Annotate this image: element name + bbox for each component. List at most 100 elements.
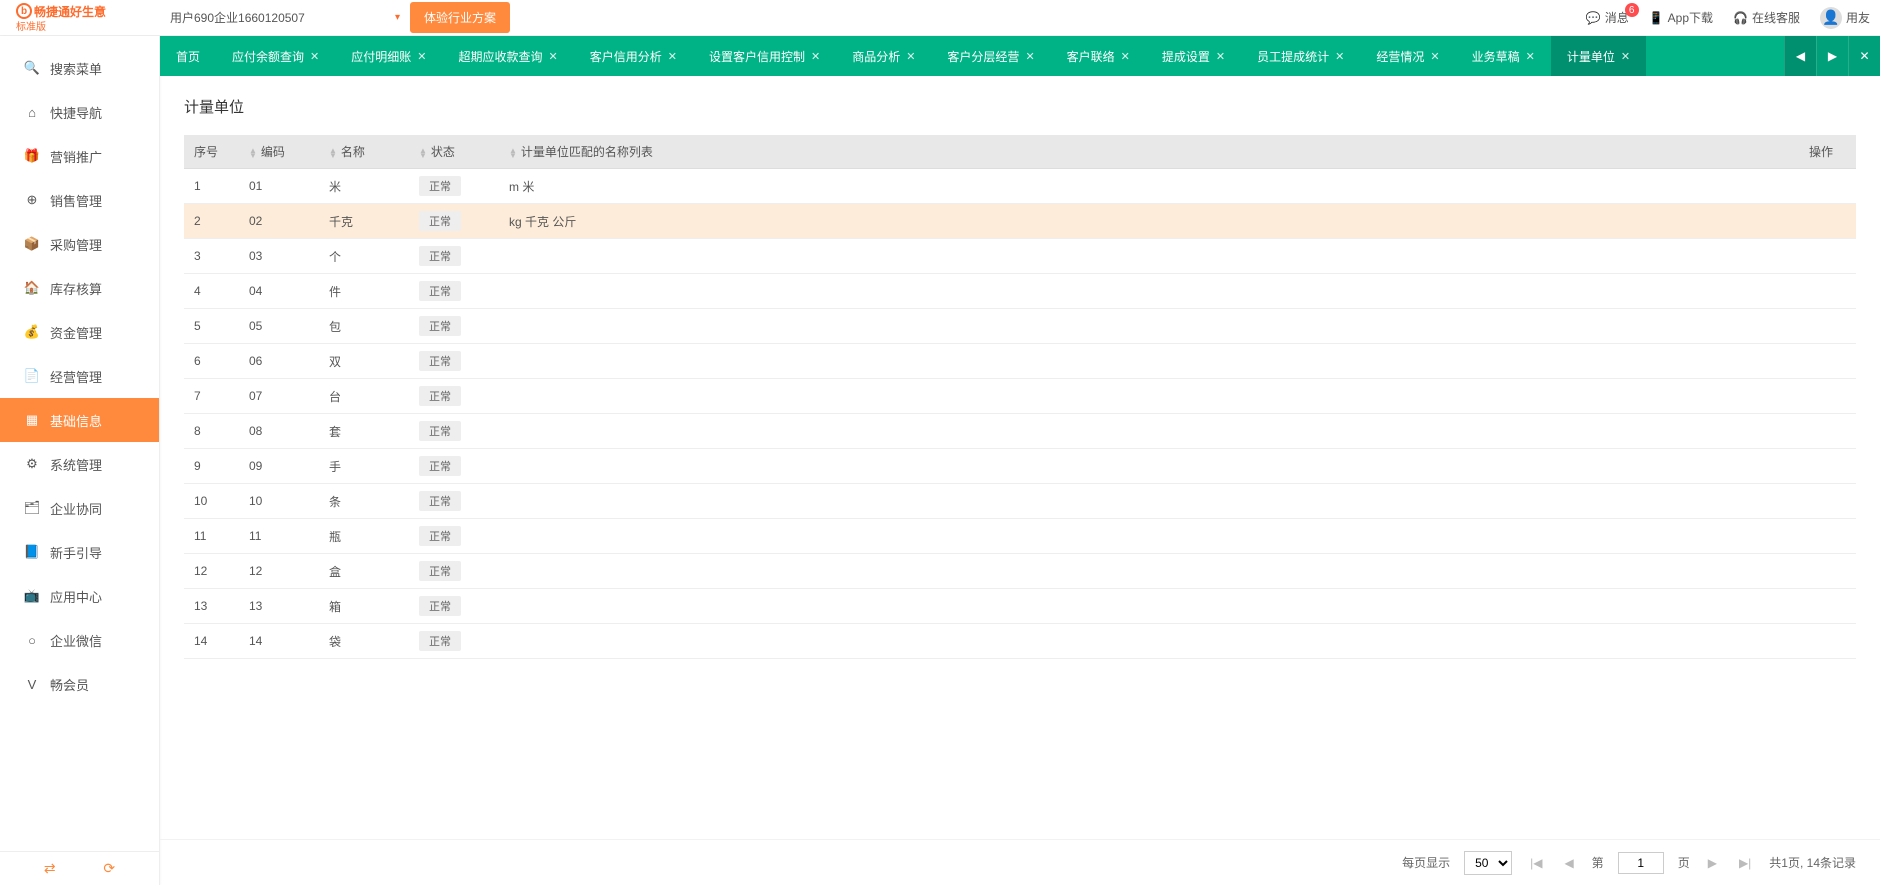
tab-7[interactable]: 客户分层经营 ✕ — [931, 36, 1050, 76]
table-row[interactable]: 1414袋正常 — [184, 624, 1856, 659]
sidebar-item-label: 快捷导航 — [50, 103, 102, 122]
account-selector[interactable]: 用户690企业1660120507 ▾ — [170, 9, 400, 26]
cell-ops — [1786, 379, 1856, 414]
page-next[interactable]: ▶ — [1704, 856, 1721, 870]
table-row[interactable]: 101米正常m 米 — [184, 169, 1856, 204]
close-icon[interactable]: ✕ — [906, 50, 915, 63]
cell-code: 01 — [239, 169, 319, 204]
close-icon[interactable]: ✕ — [417, 50, 426, 63]
sidebar-item-0[interactable]: 🔍搜索菜单 — [0, 46, 159, 90]
doc-icon: 📄 — [24, 368, 40, 384]
app-download-link[interactable]: 📱 App下载 — [1649, 9, 1713, 26]
tab-2[interactable]: 应付明细账✕ — [335, 36, 442, 76]
tab-8[interactable]: 客户联络✕ — [1051, 36, 1146, 76]
table-row[interactable]: 303个正常 — [184, 239, 1856, 274]
table-row[interactable]: 1313箱正常 — [184, 589, 1856, 624]
tab-11[interactable]: 经营情况✕ — [1360, 36, 1455, 76]
tab-scroll-right[interactable]: ▶ — [1816, 36, 1848, 76]
page-last[interactable]: ▶| — [1735, 856, 1755, 870]
sidebar-item-6[interactable]: 💰资金管理 — [0, 310, 159, 354]
sidebar-item-11[interactable]: 📘新手引导 — [0, 530, 159, 574]
close-icon[interactable]: ✕ — [310, 50, 319, 63]
sidebar-item-1[interactable]: ⌂快捷导航 — [0, 90, 159, 134]
tab-3[interactable]: 超期应收款查询✕ — [442, 36, 573, 76]
sidebar-item-label: 营销推广 — [50, 147, 102, 166]
tab-1[interactable]: 应付余额查询✕ — [216, 36, 335, 76]
close-icon[interactable]: ✕ — [1121, 50, 1130, 63]
cell-code: 08 — [239, 414, 319, 449]
tab-0[interactable]: 首页 — [160, 36, 216, 76]
sidebar-item-10[interactable]: 🗂企业协同 — [0, 486, 159, 530]
close-icon[interactable]: ✕ — [1621, 50, 1630, 63]
close-icon[interactable]: ✕ — [1216, 50, 1225, 63]
cell-alias — [499, 519, 1786, 554]
close-icon[interactable]: ✕ — [1025, 50, 1034, 63]
tab-5[interactable]: 设置客户信用控制✕ — [693, 36, 836, 76]
cell-alias — [499, 239, 1786, 274]
table-row[interactable]: 202千克正常kg 千克 公斤 — [184, 204, 1856, 239]
tab-13[interactable]: 计量单位✕ — [1551, 36, 1646, 76]
cell-idx: 7 — [184, 379, 239, 414]
col-status[interactable]: ▲▼状态 — [409, 135, 499, 169]
sidebar-item-2[interactable]: 🎁营销推广 — [0, 134, 159, 178]
trial-plan-button[interactable]: 体验行业方案 — [410, 2, 510, 33]
tab-6[interactable]: 商品分析✕ — [836, 36, 931, 76]
tab-4[interactable]: 客户信用分析 ✕ — [574, 36, 693, 76]
support-link[interactable]: 🎧 在线客服 — [1733, 9, 1800, 26]
footer-icon-2[interactable]: ⟳ — [103, 860, 115, 877]
col-alias[interactable]: ▲▼计量单位匹配的名称列表 — [499, 135, 1786, 169]
tab-label: 客户信用分析 — [590, 48, 662, 65]
sidebar-item-5[interactable]: 🏠库存核算 — [0, 266, 159, 310]
close-icon[interactable]: ✕ — [1335, 50, 1344, 63]
tab-close-all[interactable]: ✕ — [1848, 36, 1880, 76]
sidebar-item-14[interactable]: V畅会员 — [0, 662, 159, 706]
page-first[interactable]: |◀ — [1526, 856, 1546, 870]
close-icon[interactable]: ✕ — [811, 50, 820, 63]
close-icon[interactable]: ✕ — [1430, 50, 1439, 63]
status-badge: 正常 — [419, 281, 461, 301]
col-name[interactable]: ▲▼名称 — [319, 135, 409, 169]
cell-alias — [499, 309, 1786, 344]
close-icon[interactable]: ✕ — [1526, 50, 1535, 63]
per-page-select[interactable]: 50 — [1464, 851, 1512, 875]
apps-icon: 📺 — [24, 588, 40, 604]
tab-10[interactable]: 员工提成统计✕ — [1241, 36, 1360, 76]
col-code[interactable]: ▲▼编码 — [239, 135, 319, 169]
table-row[interactable]: 707台正常 — [184, 379, 1856, 414]
page-input[interactable] — [1618, 852, 1664, 874]
tab-9[interactable]: 提成设置✕ — [1146, 36, 1241, 76]
grid-icon: ▦ — [24, 412, 40, 428]
sidebar-item-12[interactable]: 📺应用中心 — [0, 574, 159, 618]
table-row[interactable]: 404件正常 — [184, 274, 1856, 309]
cell-code: 13 — [239, 589, 319, 624]
sidebar-item-label: 企业微信 — [50, 631, 102, 650]
col-index[interactable]: 序号 — [184, 135, 239, 169]
tab-label: 客户分层经营 — [947, 48, 1019, 65]
cell-ops — [1786, 449, 1856, 484]
sidebar-item-13[interactable]: ○企业微信 — [0, 618, 159, 662]
status-badge: 正常 — [419, 491, 461, 511]
cell-idx: 14 — [184, 624, 239, 659]
sidebar-item-3[interactable]: ⊕销售管理 — [0, 178, 159, 222]
page-prev[interactable]: ◀ — [1560, 856, 1577, 870]
table-row[interactable]: 1212盒正常 — [184, 554, 1856, 589]
cell-status: 正常 — [409, 309, 499, 344]
table-row[interactable]: 1111瓶正常 — [184, 519, 1856, 554]
table-row[interactable]: 1010条正常 — [184, 484, 1856, 519]
cell-alias — [499, 484, 1786, 519]
sidebar-item-8[interactable]: ▦基础信息 — [0, 398, 159, 442]
close-icon[interactable]: ✕ — [668, 50, 677, 63]
tab-scroll-left[interactable]: ◀ — [1784, 36, 1816, 76]
sidebar-item-9[interactable]: ⚙系统管理 — [0, 442, 159, 486]
footer-icon-1[interactable]: ⇄ — [44, 860, 56, 877]
table-row[interactable]: 505包正常 — [184, 309, 1856, 344]
sidebar-item-7[interactable]: 📄经营管理 — [0, 354, 159, 398]
table-row[interactable]: 909手正常 — [184, 449, 1856, 484]
table-row[interactable]: 606双正常 — [184, 344, 1856, 379]
table-row[interactable]: 808套正常 — [184, 414, 1856, 449]
user-menu[interactable]: 👤 用友 — [1820, 7, 1870, 29]
close-icon[interactable]: ✕ — [549, 50, 558, 63]
messages-link[interactable]: 💬 消息 6 — [1586, 9, 1629, 26]
tab-12[interactable]: 业务草稿✕ — [1456, 36, 1551, 76]
sidebar-item-4[interactable]: 📦采购管理 — [0, 222, 159, 266]
